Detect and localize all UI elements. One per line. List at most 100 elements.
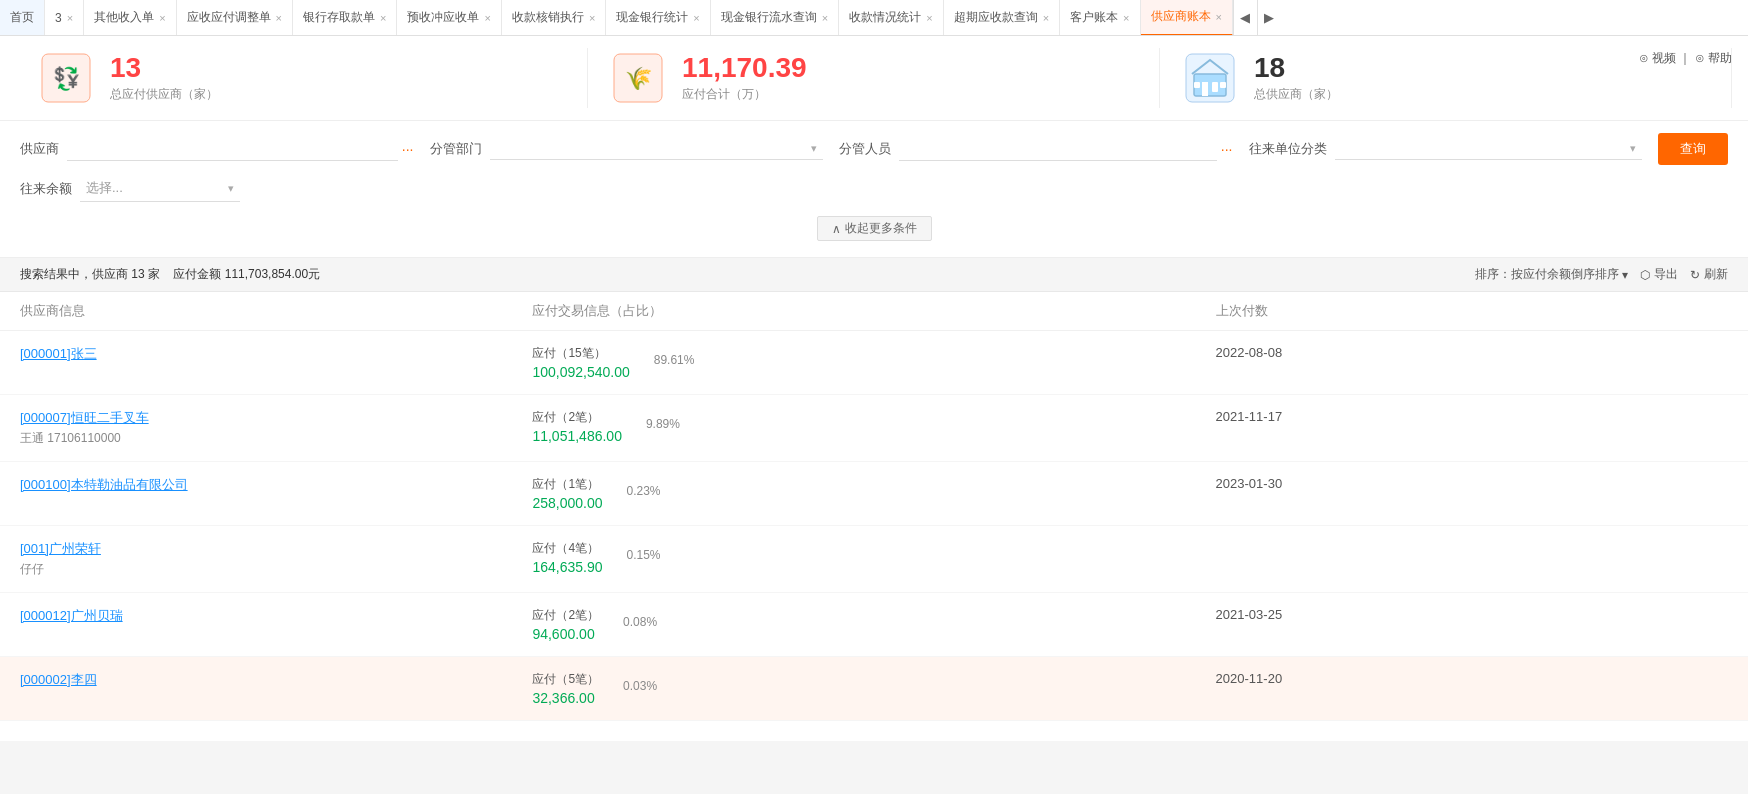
supplier-name-link[interactable]: [000001]张三: [20, 345, 532, 363]
payable-amount-link[interactable]: 94,600.00: [532, 626, 599, 642]
close-icon[interactable]: ×: [380, 12, 386, 24]
tab-prepay-offset[interactable]: 预收冲应收单 ×: [397, 0, 501, 36]
supplier-input[interactable]: [67, 137, 398, 161]
payable-pct: 89.61%: [654, 353, 695, 367]
tab-supplier-ledger[interactable]: 供应商账本 ×: [1141, 0, 1233, 36]
nav-next-arrow[interactable]: ▶: [1257, 0, 1281, 36]
nav-prev-arrow[interactable]: ◀: [1233, 0, 1257, 36]
payable-cell: 应付（4笔） 164,635.90 0.15%: [532, 540, 1215, 575]
svg-rect-8: [1194, 82, 1200, 88]
payable-pct: 0.08%: [623, 615, 657, 629]
supplier-name-link[interactable]: [000100]本特勒油品有限公司: [20, 476, 532, 494]
filter-row-1: 供应商 ··· 分管部门 ▾ 分管人员 ··· 往来单位分类: [20, 133, 1728, 165]
tab-customer-ledger-label: 客户账本: [1070, 9, 1118, 26]
tab-overdue-query[interactable]: 超期应收款查询 ×: [944, 0, 1060, 36]
tab-home[interactable]: 首页: [0, 0, 45, 36]
supplier-cell: [000007]恒旺二手叉车 王通 17106110000: [20, 409, 532, 447]
tab-customer-ledger[interactable]: 客户账本 ×: [1060, 0, 1140, 36]
close-icon[interactable]: ×: [693, 12, 699, 24]
video-link[interactable]: ⊙ 视频: [1639, 51, 1676, 65]
header-last-pay: 上次付数: [1216, 302, 1558, 320]
tab-other-income[interactable]: 其他收入单 ×: [84, 0, 176, 36]
payable-amount-link[interactable]: 32,366.00: [532, 690, 599, 706]
collapse-button-label: 收起更多条件: [845, 220, 917, 237]
tab-cash-flow-query[interactable]: 现金银行流水查询 ×: [711, 0, 839, 36]
svg-text:💱: 💱: [53, 65, 81, 92]
tab-collection[interactable]: 收款核销执行 ×: [502, 0, 606, 36]
supplier-sub-info: 王通 17106110000: [20, 430, 532, 447]
close-icon[interactable]: ×: [1216, 11, 1222, 23]
supplier-name-link[interactable]: [001]广州荣轩: [20, 540, 532, 558]
department-filter-label: 分管部门: [430, 140, 482, 158]
tab-overdue-query-label: 超期应收款查询: [954, 9, 1038, 26]
close-icon[interactable]: ×: [822, 12, 828, 24]
stat-total-suppliers-text: 18 总供应商（家）: [1254, 53, 1338, 103]
top-right-links: ⊙ 视频 ｜ ⊙ 帮助: [1639, 50, 1732, 67]
tab-collection-stats[interactable]: 收款情况统计 ×: [839, 0, 943, 36]
supplier-more-icon[interactable]: ···: [402, 141, 414, 157]
last-pay-date: 2021-11-17: [1216, 409, 1283, 424]
payable-label: 应付（15笔）: [532, 345, 629, 362]
filter-balance: 往来余额 选择... ▾: [20, 175, 240, 202]
tab-3[interactable]: 3 ×: [45, 0, 84, 36]
sort-select[interactable]: 排序：按应付余额倒序排序 ▾: [1475, 266, 1628, 283]
filter-category: 往来单位分类 ▾: [1249, 138, 1643, 160]
close-icon[interactable]: ×: [589, 12, 595, 24]
payable-amount-link[interactable]: 11,051,486.00: [532, 428, 622, 444]
supplier-name-link[interactable]: [000012]广州贝瑞: [20, 607, 532, 625]
total-suppliers-number: 18: [1254, 53, 1338, 84]
supplier-cell: [000002]李四: [20, 671, 532, 689]
last-pay-cell: 2021-11-17: [1216, 409, 1558, 424]
payable-label: 应付（4笔）: [532, 540, 602, 557]
supplier-name-link[interactable]: [000002]李四: [20, 671, 532, 689]
close-icon[interactable]: ×: [1043, 12, 1049, 24]
close-icon[interactable]: ×: [159, 12, 165, 24]
supplier-sub-info: 仔仔: [20, 561, 532, 578]
payable-pct: 9.89%: [646, 417, 680, 431]
help-link[interactable]: ⊙ 帮助: [1695, 51, 1732, 65]
person-input[interactable]: [899, 137, 1217, 161]
collapse-button[interactable]: ∧ 收起更多条件: [817, 216, 932, 241]
payable-info: 应付（1笔） 258,000.00: [532, 476, 602, 511]
payable-amount-link[interactable]: 164,635.90: [532, 559, 602, 575]
last-pay-cell: 2020-11-20: [1216, 671, 1558, 686]
svg-rect-7: [1212, 82, 1218, 92]
export-button[interactable]: ⬡ 导出: [1640, 266, 1678, 283]
payable-label: 应付（1笔）: [532, 476, 602, 493]
filter-person: 分管人员 ···: [839, 137, 1233, 161]
balance-select[interactable]: 选择... ▾: [80, 175, 240, 202]
category-select[interactable]: ▾: [1335, 138, 1643, 160]
header-payable-info: 应付交易信息（占比）: [532, 302, 1215, 320]
refresh-button[interactable]: ↻ 刷新: [1690, 266, 1728, 283]
last-pay-date: 2023-01-30: [1216, 476, 1283, 491]
close-icon[interactable]: ×: [926, 12, 932, 24]
payable-total-icon: 🌾: [608, 48, 668, 108]
tab-cash-bank-stats[interactable]: 现金银行统计 ×: [606, 0, 710, 36]
supplier-name-link[interactable]: [000007]恒旺二手叉车: [20, 409, 532, 427]
filter-department: 分管部门 ▾: [430, 138, 824, 160]
close-icon[interactable]: ×: [484, 12, 490, 24]
tab-ar-ap-adjust-label: 应收应付调整单: [187, 9, 271, 26]
tab-supplier-ledger-label: 供应商账本: [1151, 8, 1211, 25]
payable-amount-link[interactable]: 258,000.00: [532, 495, 602, 511]
supplier-cell: [000100]本特勒油品有限公司: [20, 476, 532, 494]
close-icon[interactable]: ×: [1123, 12, 1129, 24]
department-select[interactable]: ▾: [490, 138, 824, 160]
search-button[interactable]: 查询: [1658, 133, 1728, 165]
stats-bar: 💱 13 总应付供应商（家） 🌾 11,170.39 应付合计（万）: [0, 36, 1748, 121]
last-pay-cell: 2022-08-08: [1216, 345, 1558, 360]
close-icon[interactable]: ×: [276, 12, 282, 24]
tab-ar-ap-adjust[interactable]: 应收应付调整单 ×: [177, 0, 293, 36]
tab-cash-flow-query-label: 现金银行流水查询: [721, 9, 817, 26]
chevron-down-icon3: ▾: [228, 182, 234, 195]
balance-filter-label: 往来余额: [20, 180, 72, 198]
person-more-icon[interactable]: ···: [1221, 141, 1233, 157]
supplier-cell: [000001]张三: [20, 345, 532, 363]
tab-bank-deposit[interactable]: 银行存取款单 ×: [293, 0, 397, 36]
payable-total-label: 应付合计（万）: [682, 86, 807, 103]
payable-amount-link[interactable]: 100,092,540.00: [532, 364, 629, 380]
close-icon[interactable]: ×: [67, 12, 73, 24]
payable-pct: 0.03%: [623, 679, 657, 693]
export-icon: ⬡: [1640, 268, 1650, 282]
header-supplier-info: 供应商信息: [20, 302, 532, 320]
